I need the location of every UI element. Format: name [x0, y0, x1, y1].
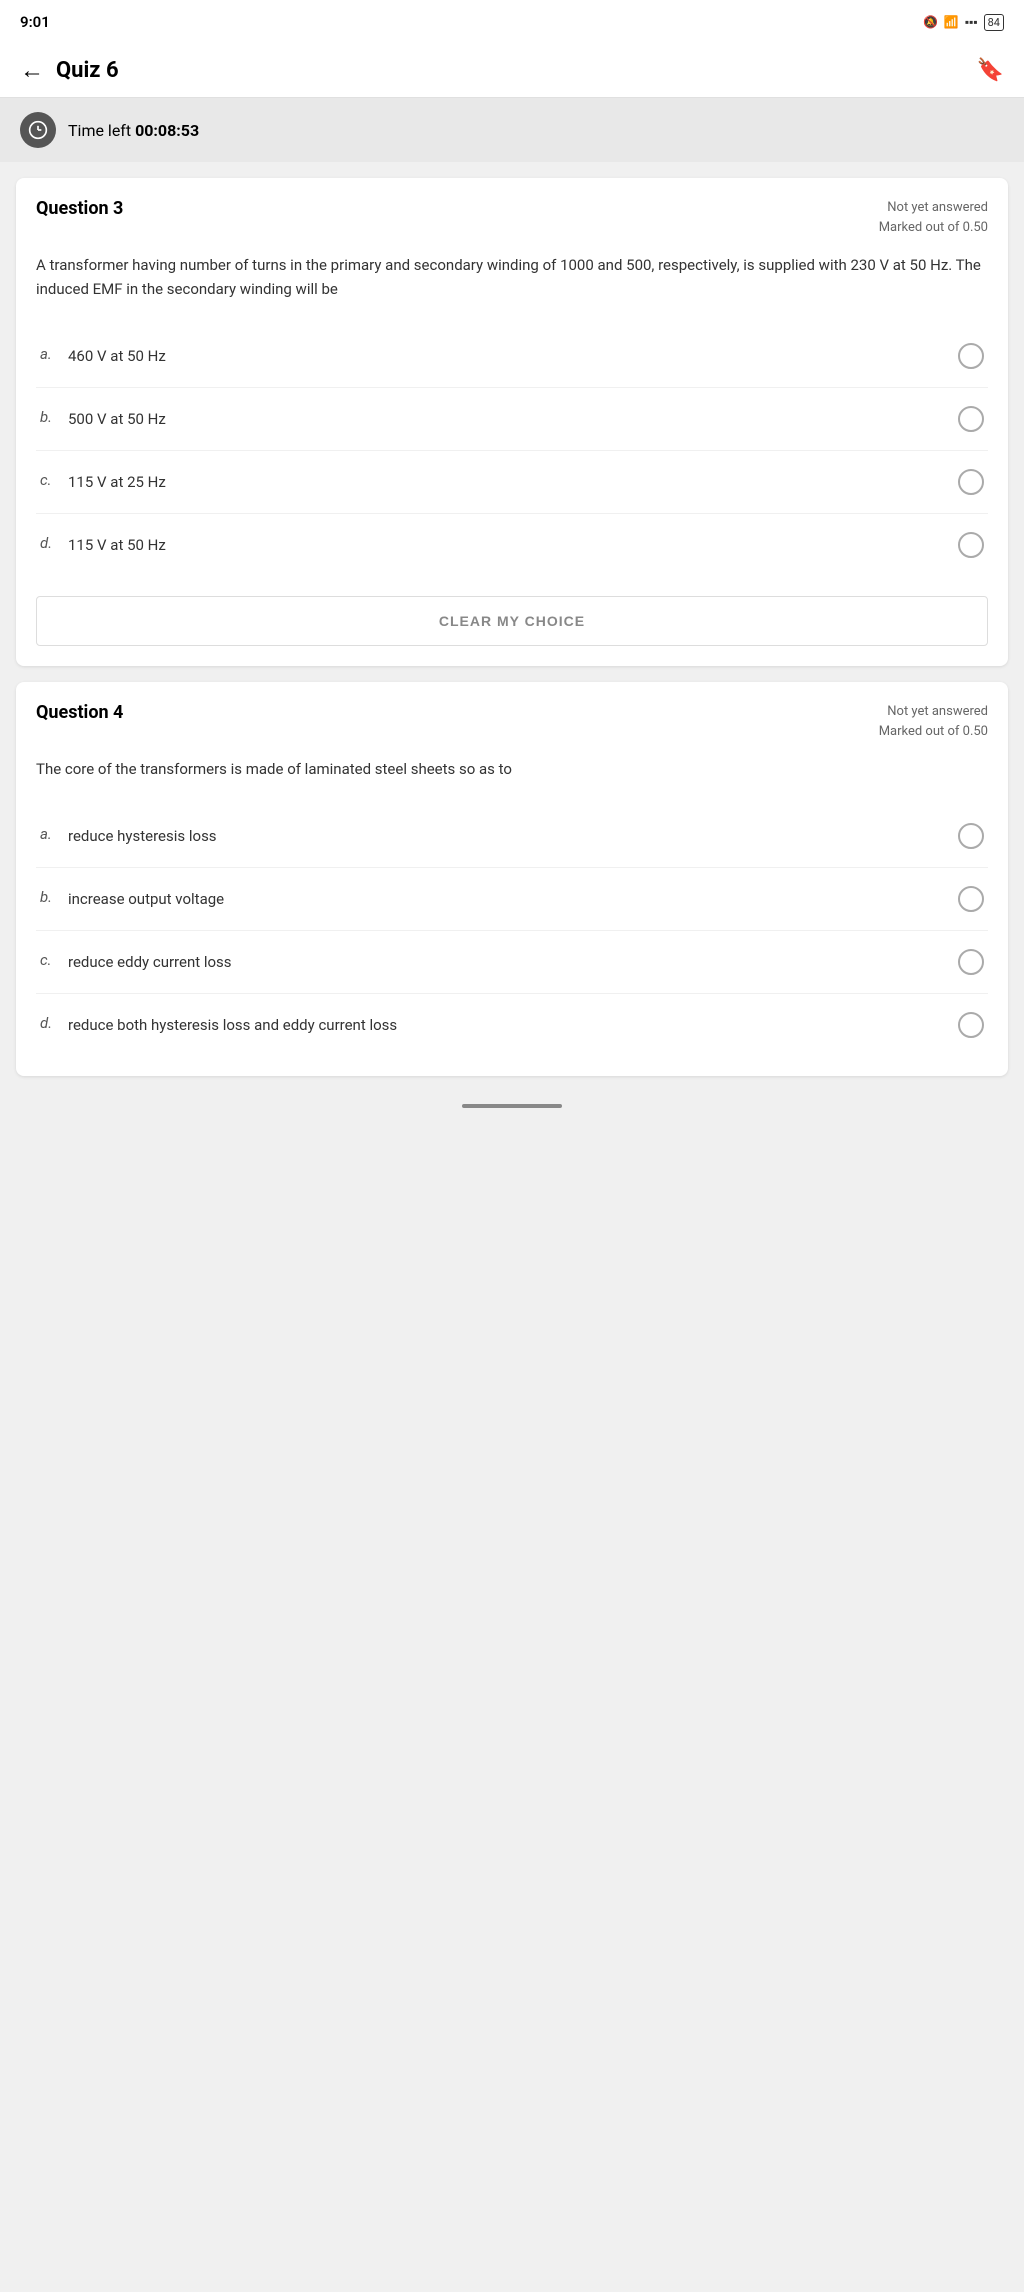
header-left: ← Quiz 6	[20, 56, 119, 85]
back-button[interactable]: ←	[20, 56, 44, 85]
option-3c-text: 115 V at 25 Hz	[68, 471, 958, 494]
option-3b-label: b.	[40, 408, 60, 426]
question-3-text: A transformer having number of turns in …	[36, 253, 988, 301]
option-3c-radio[interactable]	[958, 469, 984, 495]
option-4c-radio[interactable]	[958, 949, 984, 975]
option-3d-radio[interactable]	[958, 532, 984, 558]
option-4a-text: reduce hysteresis loss	[68, 825, 958, 848]
mute-icon: 🔕	[923, 15, 938, 29]
question-4-options: a. reduce hysteresis loss b. increase ou…	[36, 805, 988, 1056]
option-3a[interactable]: a. 460 V at 50 Hz	[36, 325, 988, 388]
option-4b-radio[interactable]	[958, 886, 984, 912]
option-4b-text: increase output voltage	[68, 888, 958, 911]
option-4d-text: reduce both hysteresis loss and eddy cur…	[68, 1014, 958, 1037]
option-4c-label: c.	[40, 951, 60, 969]
option-3d[interactable]: d. 115 V at 50 Hz	[36, 514, 988, 576]
clock-icon	[20, 112, 56, 148]
bottom-indicator	[462, 1104, 562, 1108]
option-4d-label: d.	[40, 1014, 60, 1032]
option-3a-radio[interactable]	[958, 343, 984, 369]
status-icons: 🔕 📶 ▪▪▪ 84	[923, 14, 1004, 31]
question-3-options: a. 460 V at 50 Hz b. 500 V at 50 Hz c. 1…	[36, 325, 988, 576]
option-3c-label: c.	[40, 471, 60, 489]
question-3-header: Question 3 Not yet answered Marked out o…	[36, 198, 988, 237]
bottom-bar	[0, 1092, 1024, 1120]
battery-icon: 84	[984, 14, 1004, 31]
content-area: Question 3 Not yet answered Marked out o…	[0, 162, 1024, 1092]
timer-bar: Time left 00:08:53	[0, 98, 1024, 162]
option-3a-label: a.	[40, 345, 60, 363]
option-3b[interactable]: b. 500 V at 50 Hz	[36, 388, 988, 451]
signal-icon: ▪▪▪	[965, 15, 978, 29]
wifi-icon: 📶	[944, 15, 959, 29]
option-4a-label: a.	[40, 825, 60, 843]
page-title: Quiz 6	[56, 58, 119, 83]
bookmark-button[interactable]: 🔖	[977, 58, 1004, 83]
option-3a-text: 460 V at 50 Hz	[68, 345, 958, 368]
option-4b[interactable]: b. increase output voltage	[36, 868, 988, 931]
question-3-number: Question 3	[36, 198, 123, 219]
app-header: ← Quiz 6 🔖	[0, 44, 1024, 98]
question-4-number: Question 4	[36, 702, 123, 723]
question-3-status: Not yet answered Marked out of 0.50	[879, 198, 988, 237]
option-4c[interactable]: c. reduce eddy current loss	[36, 931, 988, 994]
question-4-text: The core of the transformers is made of …	[36, 757, 988, 781]
timer-value: 00:08:53	[135, 121, 199, 140]
option-3b-text: 500 V at 50 Hz	[68, 408, 958, 431]
status-time: 9:01	[20, 13, 50, 31]
option-4d[interactable]: d. reduce both hysteresis loss and eddy …	[36, 994, 988, 1056]
option-3d-text: 115 V at 50 Hz	[68, 534, 958, 557]
question-4-card: Question 4 Not yet answered Marked out o…	[16, 682, 1008, 1076]
question-4-header: Question 4 Not yet answered Marked out o…	[36, 702, 988, 741]
question-4-status: Not yet answered Marked out of 0.50	[879, 702, 988, 741]
option-3b-radio[interactable]	[958, 406, 984, 432]
option-4c-text: reduce eddy current loss	[68, 951, 958, 974]
status-bar: 9:01 🔕 📶 ▪▪▪ 84	[0, 0, 1024, 44]
option-3c[interactable]: c. 115 V at 25 Hz	[36, 451, 988, 514]
option-3d-label: d.	[40, 534, 60, 552]
option-4d-radio[interactable]	[958, 1012, 984, 1038]
timer-label: Time left 00:08:53	[68, 121, 199, 140]
question-3-card: Question 3 Not yet answered Marked out o…	[16, 178, 1008, 666]
option-4a[interactable]: a. reduce hysteresis loss	[36, 805, 988, 868]
option-4a-radio[interactable]	[958, 823, 984, 849]
option-4b-label: b.	[40, 888, 60, 906]
clear-choice-3-button[interactable]: CLEAR MY CHOICE	[36, 596, 988, 646]
